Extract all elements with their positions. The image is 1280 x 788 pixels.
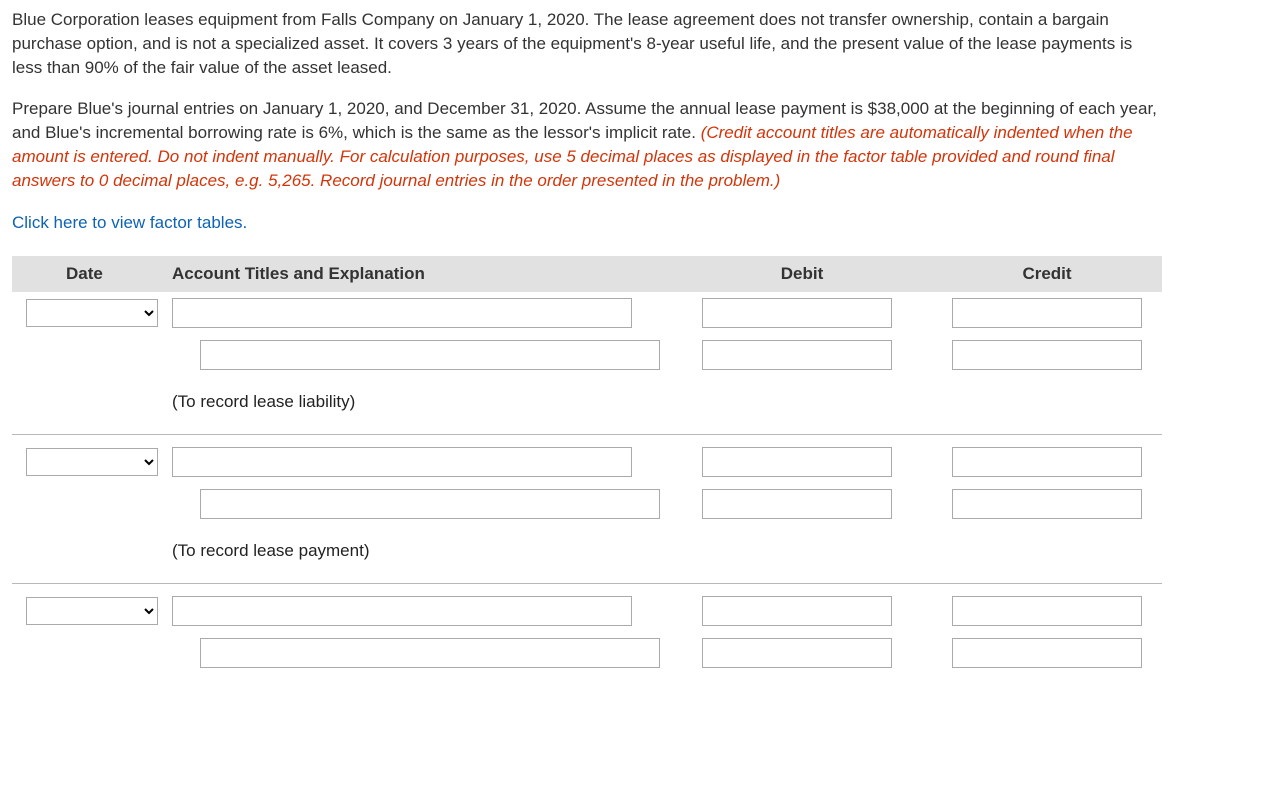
header-debit: Debit [692, 262, 912, 286]
date-select[interactable] [26, 299, 158, 327]
entry-explanation: (To record lease payment) [172, 531, 692, 567]
factor-tables-link[interactable]: Click here to view factor tables. [12, 213, 247, 232]
journal-entry-group [12, 590, 1162, 684]
credit-input[interactable] [952, 447, 1142, 477]
account-title-input[interactable] [172, 447, 632, 477]
header-account: Account Titles and Explanation [172, 262, 692, 286]
date-select[interactable] [26, 597, 158, 625]
date-select[interactable] [26, 448, 158, 476]
account-title-input[interactable] [200, 489, 660, 519]
debit-input[interactable] [702, 489, 892, 519]
header-date: Date [12, 262, 172, 286]
debit-input[interactable] [702, 596, 892, 626]
header-credit: Credit [912, 262, 1142, 286]
account-title-input[interactable] [172, 298, 632, 328]
problem-paragraph-2: Prepare Blue's journal entries on Januar… [12, 97, 1162, 192]
account-title-input[interactable] [200, 638, 660, 668]
table-header-row: Date Account Titles and Explanation Debi… [12, 256, 1162, 292]
debit-input[interactable] [702, 340, 892, 370]
credit-input[interactable] [952, 298, 1142, 328]
credit-input[interactable] [952, 638, 1142, 668]
debit-input[interactable] [702, 447, 892, 477]
journal-entry-group: (To record lease payment) [12, 441, 1162, 584]
credit-input[interactable] [952, 489, 1142, 519]
journal-entry-table: Date Account Titles and Explanation Debi… [12, 256, 1162, 684]
problem-paragraph-1: Blue Corporation leases equipment from F… [12, 8, 1162, 79]
account-title-input[interactable] [172, 596, 632, 626]
journal-entry-group: (To record lease liability) [12, 292, 1162, 435]
entry-explanation: (To record lease liability) [172, 382, 692, 418]
debit-input[interactable] [702, 298, 892, 328]
account-title-input[interactable] [200, 340, 660, 370]
debit-input[interactable] [702, 638, 892, 668]
credit-input[interactable] [952, 596, 1142, 626]
credit-input[interactable] [952, 340, 1142, 370]
